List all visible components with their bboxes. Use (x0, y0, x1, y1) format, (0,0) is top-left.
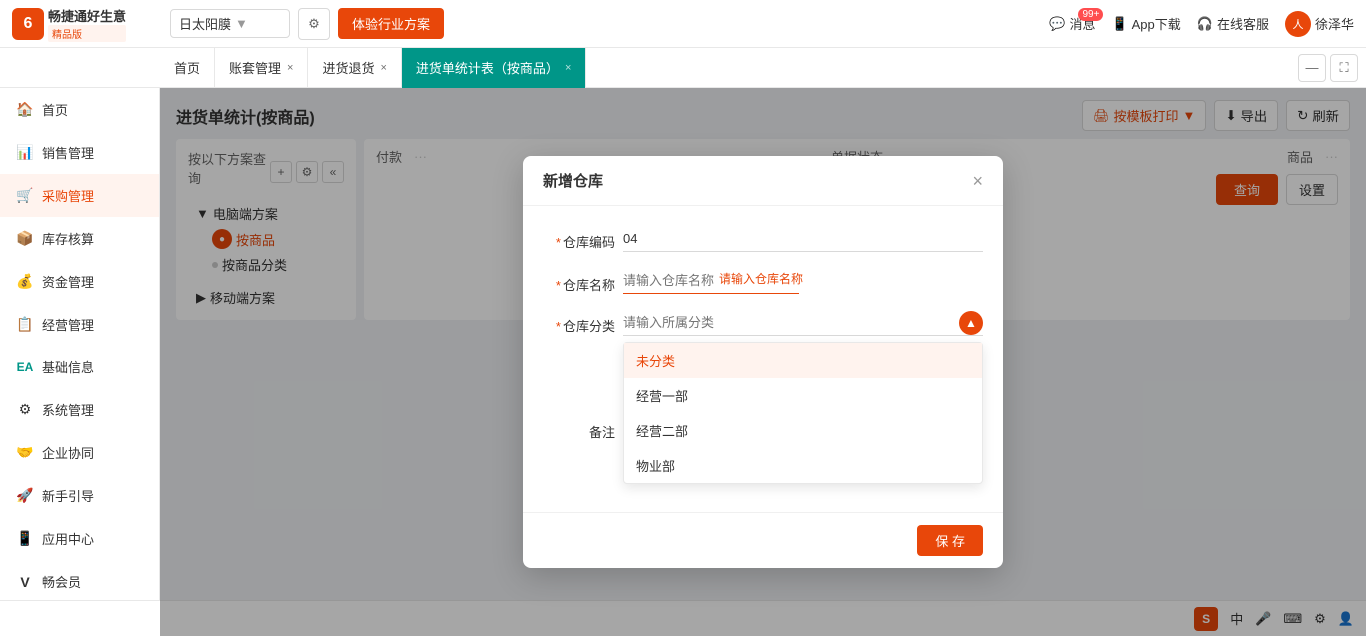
tab-accounts-close-icon[interactable]: × (287, 62, 293, 74)
inventory-icon: 📦 (16, 229, 34, 247)
sidebar-item-purchase[interactable]: 🛒 采购管理 (0, 174, 159, 217)
name-label: 仓库名称 (543, 269, 623, 294)
save-button[interactable]: 保 存 (917, 525, 983, 556)
sidebar-item-home[interactable]: 🏠 首页 (0, 88, 159, 131)
dropdown-item-uncategorized[interactable]: 未分类 (624, 343, 982, 378)
settings-button[interactable]: ⚙ (298, 8, 330, 40)
name-error-message: 请输入仓库名称 (719, 270, 803, 287)
sidebar: 🏠 首页 📊 销售管理 🛒 采购管理 📦 库存核算 💰 资金管理 📋 经营管理 … (0, 88, 160, 636)
trial-button[interactable]: 体验行业方案 (338, 8, 444, 39)
message-icon: 💬 (1049, 16, 1065, 32)
modal-overlay[interactable]: 新增仓库 × 仓库编码 仓库名称 请输入仓库名称 (160, 88, 1366, 636)
sidebar-item-finance[interactable]: 💰 资金管理 (0, 260, 159, 303)
category-input[interactable] (623, 310, 983, 336)
sales-icon: 📊 (16, 143, 34, 161)
category-select-wrapper: ▲ 未分类 经营一部 经营二部 物业部 (623, 310, 983, 336)
category-dropdown-list: 未分类 经营一部 经营二部 物业部 (623, 342, 983, 484)
operation-icon: 📋 (16, 315, 34, 333)
system-icon: ⚙ (16, 401, 34, 419)
tab-accounts[interactable]: 账套管理 × (215, 48, 308, 88)
tab-returns-close-icon[interactable]: × (380, 62, 386, 74)
home-icon: 🏠 (16, 100, 34, 118)
nav-tabs: 首页 账套管理 × 进货退货 × 进货单统计表（按商品） × — ⛶ (0, 48, 1366, 88)
gear-icon: ⚙ (308, 16, 320, 32)
messages-button[interactable]: 💬 消息 99+ (1049, 14, 1095, 33)
dropdown-item-ops2[interactable]: 经营二部 (624, 413, 982, 448)
code-field-row: 仓库编码 (543, 226, 983, 252)
sidebar-item-enterprise[interactable]: 🤝 企业协同 (0, 431, 159, 474)
modal-header: 新增仓库 × (523, 156, 1003, 206)
headset-icon: 🎧 (1197, 16, 1213, 32)
category-label: 仓库分类 (543, 310, 623, 335)
enterprise-icon: 🤝 (16, 444, 34, 462)
app-download-button[interactable]: 📱 App下载 (1111, 14, 1180, 33)
apps-icon: 📱 (16, 530, 34, 548)
tab-actions: — ⛶ (1298, 54, 1366, 82)
logo-area: 6 畅捷通好生意 精品版 (12, 6, 162, 42)
finance-icon: 💰 (16, 272, 34, 290)
user-menu-button[interactable]: 人 徐泽华 (1285, 11, 1354, 37)
tab-stats-close-icon[interactable]: × (565, 62, 571, 74)
modal-close-button[interactable]: × (972, 172, 983, 190)
name-field-row: 仓库名称 请输入仓库名称 (543, 268, 983, 294)
avatar: 人 (1285, 11, 1311, 37)
sidebar-item-operation[interactable]: 📋 经营管理 (0, 303, 159, 346)
tab-minimize-button[interactable]: — (1298, 54, 1326, 82)
tab-maximize-button[interactable]: ⛶ (1330, 54, 1358, 82)
sidebar-item-sales[interactable]: 📊 销售管理 (0, 131, 159, 174)
modal-footer: 保 存 (523, 512, 1003, 568)
modal-title: 新增仓库 (543, 170, 603, 191)
phone-icon: 📱 (1111, 16, 1127, 32)
main-layout: 🏠 首页 📊 销售管理 🛒 采购管理 📦 库存核算 💰 资金管理 📋 经营管理 … (0, 88, 1366, 636)
dropdown-item-ops1[interactable]: 经营一部 (624, 378, 982, 413)
sidebar-item-basic-info[interactable]: EA 基础信息 (0, 346, 159, 389)
sidebar-item-system[interactable]: ⚙ 系统管理 (0, 388, 159, 431)
category-dropdown-toggle[interactable]: ▲ (959, 311, 983, 335)
code-input[interactable] (623, 226, 983, 252)
service-button[interactable]: 🎧 在线客服 (1197, 14, 1269, 33)
remark-label: 备注 (543, 416, 623, 441)
store-selector[interactable]: 日太阳膜 ▼ (170, 9, 290, 38)
app-logo-icon: 6 (12, 8, 44, 40)
top-header: 6 畅捷通好生意 精品版 日太阳膜 ▼ ⚙ 体验行业方案 💬 消息 99+ 📱 … (0, 0, 1366, 48)
content-area: 进货单统计(按商品) 🖨 按模板打印 ▼ ⬇ 导出 ↻ 刷新 (160, 88, 1366, 636)
sidebar-item-member[interactable]: V 畅会员 (0, 560, 159, 603)
store-chevron-icon: ▼ (235, 16, 248, 31)
sidebar-item-inventory[interactable]: 📦 库存核算 (0, 217, 159, 260)
logo-text: 畅捷通好生意 精品版 (48, 6, 126, 42)
sidebar-item-guide[interactable]: 🚀 新手引导 (0, 474, 159, 517)
tab-stats[interactable]: 进货单统计表（按商品） × (402, 48, 586, 88)
guide-icon: 🚀 (16, 487, 34, 505)
basic-info-icon: EA (16, 358, 34, 376)
sidebar-item-apps[interactable]: 📱 应用中心 (0, 517, 159, 560)
header-right: 💬 消息 99+ 📱 App下载 🎧 在线客服 人 徐泽华 (1049, 11, 1354, 37)
new-warehouse-modal: 新增仓库 × 仓库编码 仓库名称 请输入仓库名称 (523, 156, 1003, 568)
member-icon: V (16, 573, 34, 591)
modal-body: 仓库编码 仓库名称 请输入仓库名称 仓库分类 (523, 206, 1003, 512)
dropdown-item-property[interactable]: 物业部 (624, 448, 982, 483)
tab-home[interactable]: 首页 (160, 48, 215, 88)
purchase-icon: 🛒 (16, 186, 34, 204)
category-field-row: 仓库分类 ▲ 未分类 经营一部 经营二部 物业部 (543, 310, 983, 336)
tab-returns[interactable]: 进货退货 × (308, 48, 401, 88)
code-label: 仓库编码 (543, 226, 623, 251)
